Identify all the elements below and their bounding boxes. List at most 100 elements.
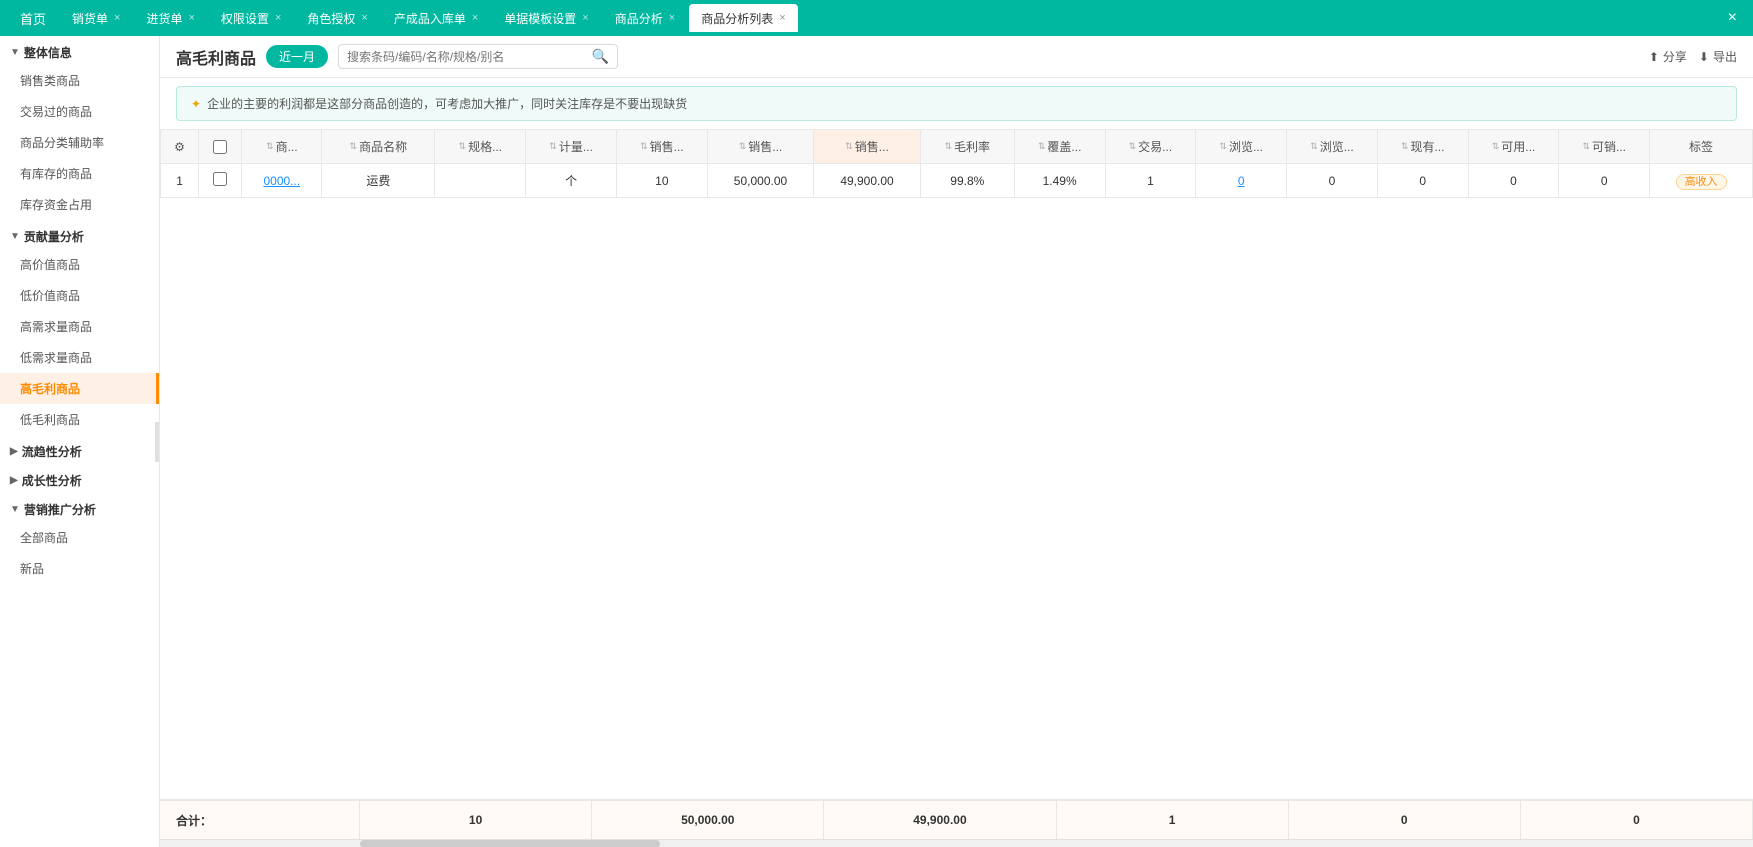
col-header-current[interactable]: ⇅ 现有... <box>1377 130 1468 164</box>
cell-view1[interactable]: 0 <box>1196 164 1287 198</box>
cell-view2: 0 <box>1287 164 1378 198</box>
footer-label: 合计： <box>160 801 360 839</box>
cell-tag: 高收入 <box>1650 164 1753 198</box>
nav-tab-purchase-close[interactable]: × <box>188 12 194 24</box>
sidebar-item-inventory-goods[interactable]: 有库存的商品 <box>0 158 159 189</box>
sidebar-collapse-button[interactable]: « <box>155 422 160 462</box>
sidebar-item-inventory-occupy[interactable]: 库存资金占用 <box>0 189 159 220</box>
sidebar-item-low-freq[interactable]: 低需求量商品 <box>0 342 159 373</box>
view1-link[interactable]: 0 <box>1238 174 1245 188</box>
sidebar-item-low-value[interactable]: 低价值商品 <box>0 280 159 311</box>
cell-spec <box>435 164 526 198</box>
select-all-checkbox[interactable] <box>213 140 227 154</box>
col-header-view2[interactable]: ⇅ 浏览... <box>1287 130 1378 164</box>
nav-tab-template[interactable]: 单据模板设置 × <box>492 4 600 32</box>
col-header-index: ⚙ <box>161 130 199 164</box>
info-banner-text: 企业的主要的利润都是这部分商品创造的，可考虑加大推广，同时关注库存是不要出现缺货 <box>207 95 687 112</box>
col-header-sales-qty[interactable]: ⇅ 销售... <box>616 130 707 164</box>
time-filter-month[interactable]: 近一月 <box>266 45 328 68</box>
nav-tab-analysis-list-label: 商品分析列表 <box>701 10 773 27</box>
settings-icon[interactable]: ⚙ <box>174 140 185 154</box>
footer-cell-amt: 50,000.00 <box>592 801 824 839</box>
arrow-right-icon: ▶ <box>10 446 18 457</box>
horizontal-scrollbar[interactable] <box>160 839 1753 847</box>
sidebar-item-high-value[interactable]: 高价值商品 <box>0 249 159 280</box>
cell-code[interactable]: 0000... <box>242 164 322 198</box>
nav-tab-role[interactable]: 角色授权 × <box>295 4 379 32</box>
sidebar-group-growth[interactable]: ▶ 成长性分析 <box>0 464 159 493</box>
code-link[interactable]: 0000... <box>263 174 300 188</box>
col-sort-icon-10: ⇅ <box>1129 141 1137 152</box>
col-sort-icon-8: ⇅ <box>945 141 953 152</box>
header-actions: ⬆ 分享 ⬇ 导出 <box>1649 48 1737 65</box>
scrollbar-thumb[interactable] <box>360 840 660 847</box>
col-header-name[interactable]: ⇅ 商品名称 <box>322 130 435 164</box>
nav-tab-template-close[interactable]: × <box>582 12 588 24</box>
nav-close-all-button[interactable]: × <box>1720 9 1745 27</box>
footer-cell-qty: 10 <box>360 801 592 839</box>
col-sort-icon-11: ⇅ <box>1219 141 1227 152</box>
cell-available: 0 <box>1468 164 1559 198</box>
col-header-spec[interactable]: ⇅ 规格... <box>435 130 526 164</box>
col-header-unit[interactable]: ⇅ 计量... <box>526 130 617 164</box>
cell-current: 0 <box>1377 164 1468 198</box>
cell-index: 1 <box>161 164 199 198</box>
content-header: 高毛利商品 近一月 🔍 ⬆ 分享 ⬇ 导出 <box>160 36 1753 78</box>
col-header-sellable[interactable]: ⇅ 可销... <box>1559 130 1650 164</box>
share-button[interactable]: ⬆ 分享 <box>1649 48 1687 65</box>
search-icon[interactable]: 🔍 <box>592 48 609 65</box>
footer-cell-current: 0 <box>1289 801 1521 839</box>
nav-tab-product-in[interactable]: 产成品入库单 × <box>382 4 490 32</box>
nav-tab-analysis-list-close[interactable]: × <box>779 12 785 24</box>
col-sort-icon-13: ⇅ <box>1401 141 1409 152</box>
sidebar-item-traded-goods[interactable]: 交易过的商品 <box>0 96 159 127</box>
sidebar-item-low-margin[interactable]: 低毛利商品 <box>0 404 159 435</box>
sidebar-group-wealth[interactable]: ▼ 贡献量分析 <box>0 220 159 249</box>
nav-tab-permission-close[interactable]: × <box>275 12 281 24</box>
col-header-sales-profit[interactable]: ⇅ 销售... <box>814 130 921 164</box>
table-row: 1 0000... 运费 个 10 50,000.00 49,900.00 99… <box>161 164 1753 198</box>
col-header-code[interactable]: ⇅ 商... <box>242 130 322 164</box>
nav-tab-sales[interactable]: 销货单 × <box>60 4 132 32</box>
sidebar-group-growth-label: 成长性分析 <box>22 472 82 489</box>
footer-cells: 10 50,000.00 49,900.00 1 0 0 <box>360 801 1753 839</box>
sidebar-item-analysis-assist[interactable]: 商品分类辅助率 <box>0 127 159 158</box>
nav-tab-analysis[interactable]: 商品分析 × <box>603 4 687 32</box>
export-button[interactable]: ⬇ 导出 <box>1699 48 1737 65</box>
nav-tab-purchase[interactable]: 进货单 × <box>134 4 206 32</box>
nav-tab-product-in-close[interactable]: × <box>472 12 478 24</box>
cell-check[interactable] <box>199 164 242 198</box>
search-input[interactable] <box>347 50 588 64</box>
col-header-available[interactable]: ⇅ 可用... <box>1468 130 1559 164</box>
col-header-view1[interactable]: ⇅ 浏览... <box>1196 130 1287 164</box>
nav-tab-permission[interactable]: 权限设置 × <box>209 4 293 32</box>
arrow-down-icon-2: ▼ <box>10 231 20 242</box>
sidebar: « ▼ 整体信息 销售类商品 交易过的商品 商品分类辅助率 有库存的商品 库存资… <box>0 36 160 847</box>
col-header-trans[interactable]: ⇅ 交易... <box>1105 130 1196 164</box>
sidebar-group-overall[interactable]: ▼ 整体信息 <box>0 36 159 65</box>
col-header-cover[interactable]: ⇅ 覆盖... <box>1014 130 1105 164</box>
info-banner: ✦ 企业的主要的利润都是这部分商品创造的，可考虑加大推广，同时关注库存是不要出现… <box>176 86 1737 121</box>
footer-cell-available: 0 <box>1521 801 1753 839</box>
sidebar-item-sales-goods[interactable]: 销售类商品 <box>0 65 159 96</box>
sidebar-item-high-margin[interactable]: 高毛利商品 <box>0 373 159 404</box>
sidebar-item-new-goods[interactable]: 新品 <box>0 553 159 584</box>
nav-tab-analysis-list[interactable]: 商品分析列表 × <box>689 4 797 32</box>
arrow-down-icon: ▼ <box>10 47 20 58</box>
top-nav: 首页 销货单 × 进货单 × 权限设置 × 角色授权 × 产成品入库单 × 单据… <box>0 0 1753 36</box>
nav-tab-role-close[interactable]: × <box>361 12 367 24</box>
nav-tab-sales-close[interactable]: × <box>114 12 120 24</box>
nav-tab-home[interactable]: 首页 <box>8 9 58 28</box>
cell-margin-rate: 99.8% <box>920 164 1014 198</box>
col-header-sales-amt[interactable]: ⇅ 销售... <box>707 130 814 164</box>
row-checkbox[interactable] <box>213 172 227 186</box>
col-header-margin-rate[interactable]: ⇅ 毛利率 <box>920 130 1014 164</box>
data-table-wrapper: ⚙ ⇅ 商... <box>160 129 1753 799</box>
nav-tab-analysis-close[interactable]: × <box>669 12 675 24</box>
sidebar-group-marketing[interactable]: ▼ 营销推广分析 <box>0 493 159 522</box>
data-table: ⚙ ⇅ 商... <box>160 129 1753 198</box>
sidebar-group-trend[interactable]: ▶ 流趋性分析 <box>0 435 159 464</box>
sidebar-item-all-goods[interactable]: 全部商品 <box>0 522 159 553</box>
content-area: 高毛利商品 近一月 🔍 ⬆ 分享 ⬇ 导出 ✦ 企业的主要的利润都是这部分商品创… <box>160 36 1753 847</box>
sidebar-item-high-freq[interactable]: 高需求量商品 <box>0 311 159 342</box>
